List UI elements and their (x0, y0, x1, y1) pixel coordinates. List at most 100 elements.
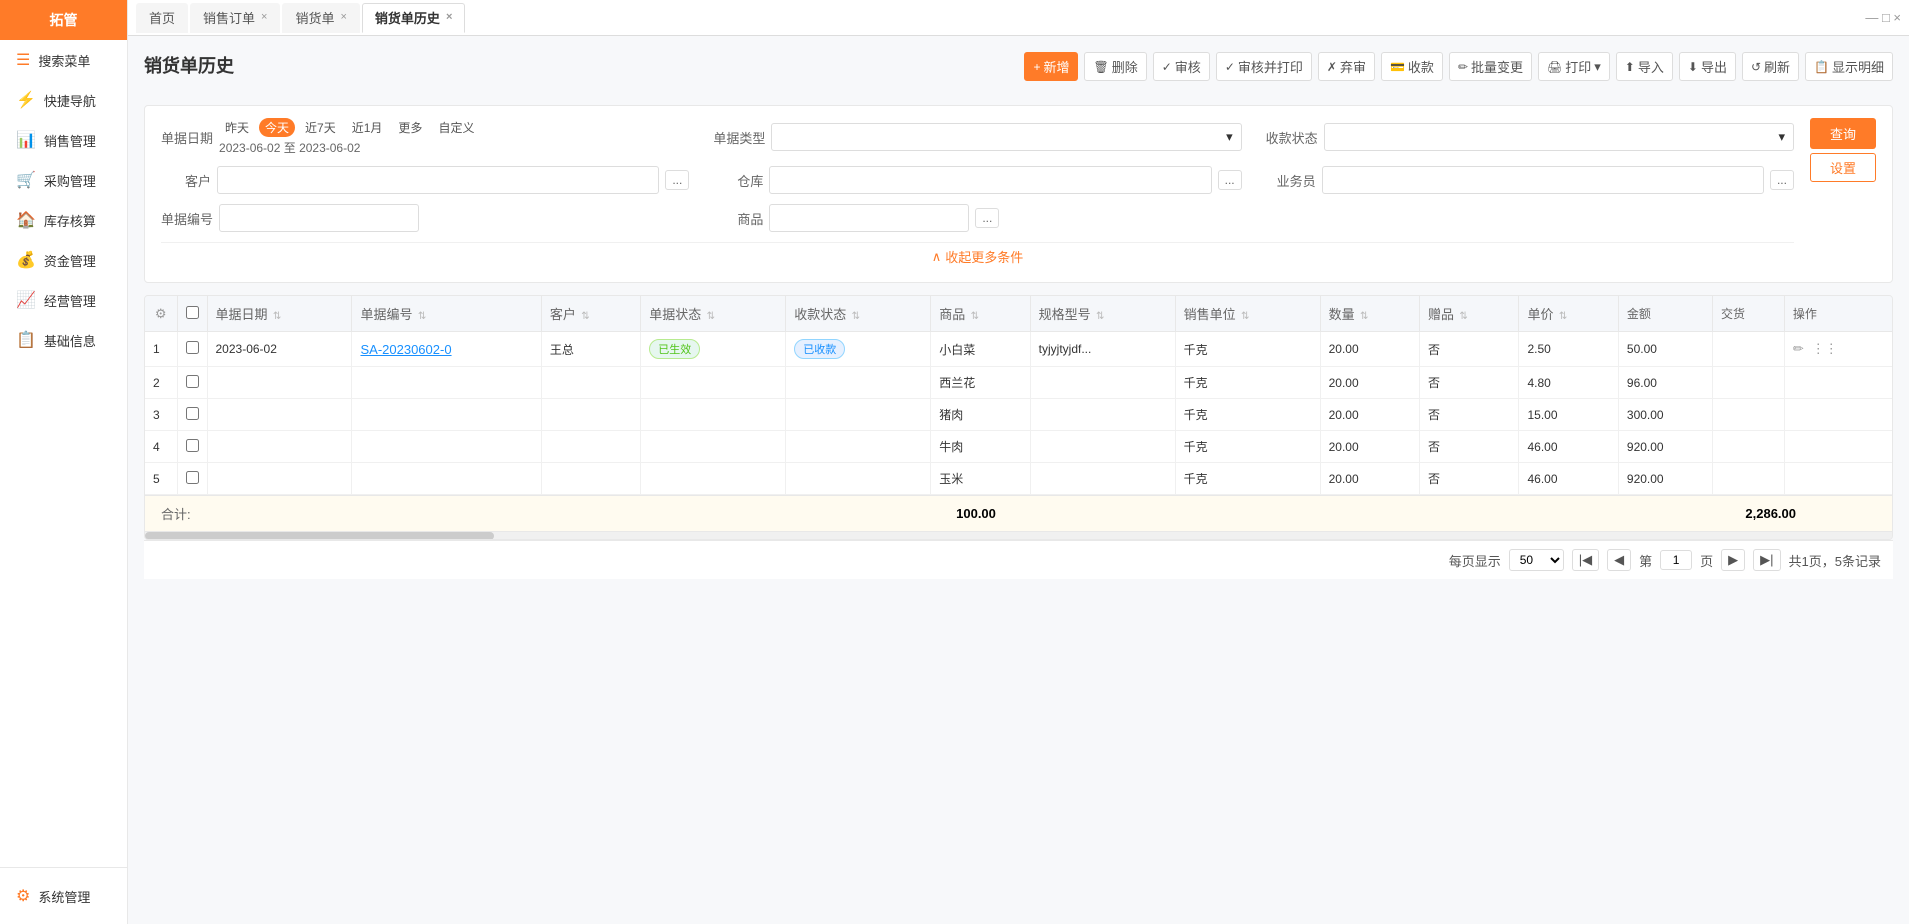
prev-page-btn[interactable]: ◀ (1607, 549, 1631, 571)
sort-icon[interactable]: ⇅ (852, 311, 860, 322)
customer-input[interactable] (217, 166, 659, 194)
tab-sales-history[interactable]: 销货单历史 × (362, 3, 465, 33)
goods-input[interactable] (769, 204, 969, 232)
sidebar-item-basic-info[interactable]: 📋 基础信息 (0, 320, 127, 360)
cell-doc-num (352, 399, 541, 431)
sidebar-item-operations[interactable]: 📈 经营管理 (0, 280, 127, 320)
salesperson-ellipsis-btn[interactable]: ... (1770, 170, 1794, 190)
date-tab-today[interactable]: 今天 (259, 118, 295, 137)
sidebar-item-purchase-mgmt[interactable]: 🛒 采购管理 (0, 160, 127, 200)
tab-home[interactable]: 首页 (136, 3, 188, 33)
cell-action (1784, 399, 1892, 431)
collect-button[interactable]: 💳 收款 (1381, 52, 1443, 81)
row-checkbox[interactable] (186, 471, 199, 484)
select-all-checkbox[interactable] (186, 306, 199, 319)
col-settings[interactable]: ⚙ (145, 296, 177, 332)
sidebar-item-inventory[interactable]: 🏠 库存核算 (0, 200, 127, 240)
col-action: 操作 (1784, 296, 1892, 332)
col-checkbox[interactable] (177, 296, 207, 332)
row-checkbox[interactable] (186, 439, 199, 452)
scrollbar-thumb[interactable] (145, 532, 494, 540)
tab-close-icon[interactable]: × (261, 12, 267, 23)
sort-icon[interactable]: ⇅ (1096, 311, 1104, 322)
export-button[interactable]: ⬇ 导出 (1679, 52, 1736, 81)
page-title: 销货单历史 (144, 52, 234, 78)
per-page-select[interactable]: 50 100 200 (1509, 549, 1564, 571)
horizontal-scrollbar[interactable] (145, 531, 1892, 539)
query-button[interactable]: 查询 (1810, 118, 1876, 149)
more-icon[interactable]: ⋮⋮ (1812, 341, 1838, 357)
import-button[interactable]: ⬆ 导入 (1616, 52, 1673, 81)
sidebar-item-sys-admin[interactable]: ⚙ 系统管理 (0, 876, 127, 916)
chevron-down-icon: ▾ (1778, 129, 1785, 145)
sort-icon[interactable]: ⇅ (1559, 311, 1567, 322)
sort-icon[interactable]: ⇅ (707, 311, 715, 322)
date-tab-yesterday[interactable]: 昨天 (219, 118, 255, 137)
audit-button[interactable]: ✓ 审核 (1153, 52, 1210, 81)
row-checkbox[interactable] (186, 341, 199, 354)
sort-icon[interactable]: ⇅ (971, 311, 979, 322)
sidebar-item-finance[interactable]: 💰 资金管理 (0, 240, 127, 280)
cell-qty: 20.00 (1320, 399, 1419, 431)
sort-icon[interactable]: ⇅ (418, 311, 426, 322)
tab-close-icon[interactable]: × (446, 12, 452, 23)
payment-status-select[interactable]: ▾ (1324, 123, 1794, 151)
sort-icon[interactable]: ⇅ (273, 311, 281, 322)
tab-sales-order[interactable]: 销售订单 × (190, 3, 280, 33)
first-page-btn[interactable]: |◀ (1572, 549, 1599, 571)
abandon-button[interactable]: ✗ 弃审 (1318, 52, 1375, 81)
goods-ellipsis-btn[interactable]: ... (975, 208, 999, 228)
collapse-filter-btn[interactable]: ∧ 收起更多条件 (161, 242, 1794, 270)
show-detail-button[interactable]: 📋 显示明细 (1805, 52, 1893, 81)
page-unit: 页 (1700, 551, 1713, 570)
settings-button[interactable]: 设置 (1810, 153, 1876, 182)
doc-num-input[interactable] (219, 204, 419, 232)
cell-unit: 千克 (1175, 463, 1320, 495)
next-page-btn[interactable]: ▶ (1721, 549, 1745, 571)
tab-close-icon[interactable]: × (340, 12, 346, 23)
main-area: 首页 销售订单 × 销货单 × 销货单历史 × — □ × 销货单历史 + 新增 (128, 0, 1909, 924)
date-tab-more[interactable]: 更多 (392, 118, 428, 137)
doc-num-link[interactable]: SA-20230602-0 (360, 342, 451, 357)
audit-print-button[interactable]: ✓ 审核并打印 (1216, 52, 1312, 81)
print-button[interactable]: 🖨 打印 ▾ (1538, 52, 1610, 81)
col-price-label: 单价 (1527, 307, 1553, 322)
cell-date (207, 399, 352, 431)
cell-price: 46.00 (1519, 463, 1618, 495)
filter-payment-status: 收款状态 ▾ (1266, 123, 1794, 151)
row-checkbox (177, 399, 207, 431)
customer-ellipsis-btn[interactable]: ... (665, 170, 689, 190)
tab-label: 销货单历史 (375, 8, 440, 27)
sort-icon[interactable]: ⇅ (1241, 311, 1249, 322)
row-checkbox[interactable] (186, 375, 199, 388)
search-menu-icon: ☰ (16, 50, 30, 70)
salesperson-input[interactable] (1322, 166, 1764, 194)
date-tab-custom[interactable]: 自定义 (432, 118, 480, 137)
col-doc-num: 单据编号 ⇅ (352, 296, 541, 332)
refresh-button[interactable]: ↺ 刷新 (1742, 52, 1799, 81)
batch-change-button[interactable]: ✏ 批量变更 (1449, 52, 1532, 81)
sort-icon[interactable]: ⇅ (581, 311, 589, 322)
sort-icon[interactable]: ⇅ (1360, 311, 1368, 322)
sidebar-item-search-menu[interactable]: ☰ 搜索菜单 (0, 40, 127, 80)
warehouse-input[interactable] (769, 166, 1211, 194)
sort-icon[interactable]: ⇅ (1459, 311, 1467, 322)
cell-goods: 玉米 (931, 463, 1030, 495)
abandon-icon: ✗ (1327, 60, 1337, 74)
warehouse-ellipsis-btn[interactable]: ... (1218, 170, 1242, 190)
page-input[interactable] (1660, 550, 1692, 570)
delete-button[interactable]: 🗑 删除 (1084, 52, 1146, 81)
sidebar-item-sales-mgmt[interactable]: 📊 销售管理 (0, 120, 127, 160)
row-checkbox[interactable] (186, 407, 199, 420)
settings-icon[interactable]: ⚙ (155, 306, 167, 321)
sidebar-item-quick-nav[interactable]: ⚡ 快捷导航 (0, 80, 127, 120)
tab-sales-goods[interactable]: 销货单 × (282, 3, 359, 33)
doc-type-select[interactable]: ▾ (771, 123, 1241, 151)
edit-icon[interactable]: ✏ (1793, 341, 1804, 357)
new-button[interactable]: + 新增 (1024, 52, 1078, 81)
last-page-btn[interactable]: ▶| (1753, 549, 1780, 571)
col-goods-label: 商品 (939, 307, 965, 322)
date-tab-7days[interactable]: 近7天 (299, 118, 342, 137)
date-label: 单据日期 (161, 128, 213, 147)
date-tab-1month[interactable]: 近1月 (346, 118, 389, 137)
